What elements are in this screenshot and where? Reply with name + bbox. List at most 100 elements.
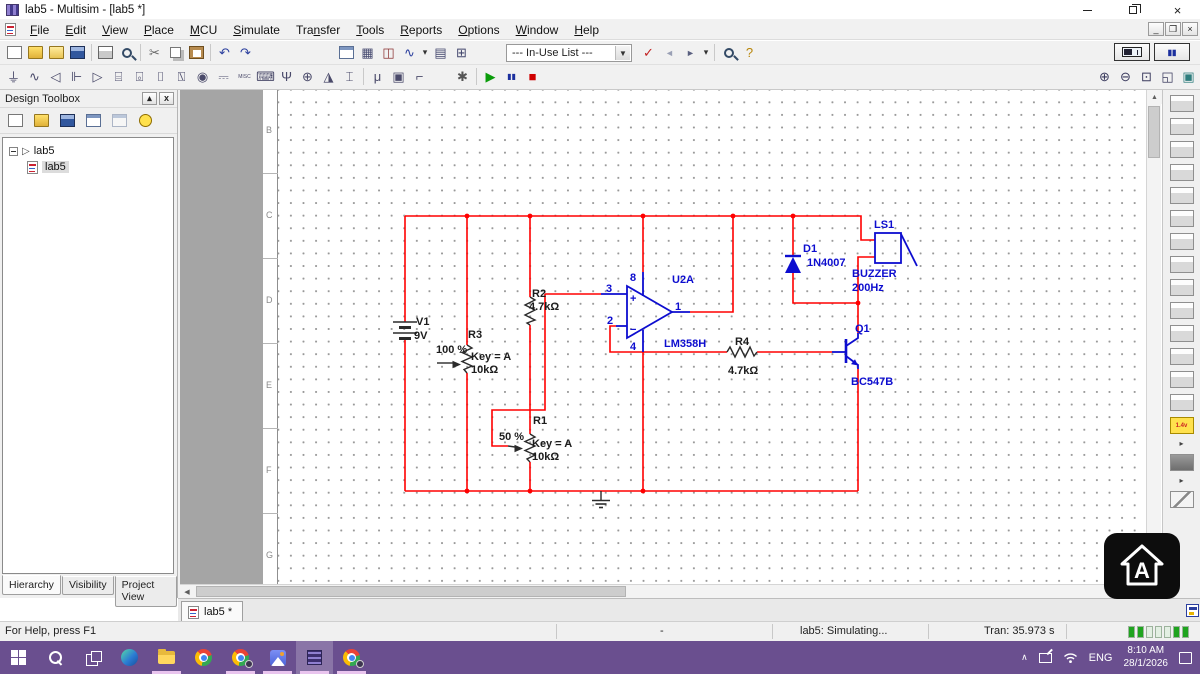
- label-d1-value[interactable]: 1N4007: [807, 257, 846, 269]
- diode-D1[interactable]: [785, 257, 801, 273]
- print-icon[interactable]: [95, 43, 116, 62]
- clock[interactable]: 8:10 AM 28/1/2026: [1124, 645, 1169, 670]
- multimeter-icon[interactable]: [1169, 95, 1194, 112]
- run-simulation-button[interactable]: ▶: [480, 67, 501, 86]
- wattmeter-icon[interactable]: [1169, 141, 1194, 158]
- taskbar-chrome-profile-2[interactable]: [333, 641, 370, 674]
- label-v1[interactable]: V1: [416, 316, 429, 328]
- collapse-icon[interactable]: [9, 146, 18, 156]
- open-sample-icon[interactable]: [46, 43, 67, 62]
- label-ls1[interactable]: LS1: [874, 219, 894, 231]
- recent-designs-icon[interactable]: [136, 111, 154, 130]
- schematic-capture-icon[interactable]: [1186, 604, 1199, 617]
- place-rf-icon[interactable]: Ψ: [276, 67, 297, 86]
- taskbar-task-view[interactable]: [74, 641, 111, 674]
- place-mixed-icon[interactable]: ⍂: [171, 67, 192, 86]
- minimize-button[interactable]: [1065, 0, 1110, 20]
- spreadsheet-view-icon[interactable]: ▦: [357, 43, 378, 62]
- r1-wiper-tail[interactable]: [507, 445, 516, 448]
- copy-icon[interactable]: [165, 43, 186, 62]
- redo-icon[interactable]: ↷: [235, 43, 256, 62]
- forward-annotate-icon[interactable]: ►: [680, 43, 701, 62]
- new-file-icon[interactable]: [4, 43, 25, 62]
- menu-place[interactable]: Place: [136, 21, 182, 39]
- label-u2a[interactable]: U2A: [672, 274, 694, 286]
- panel-close-button[interactable]: x: [159, 92, 174, 105]
- label-r1-value[interactable]: 10kΩ: [532, 451, 559, 463]
- wire-top-rail[interactable]: [405, 215, 875, 241]
- place-misc-digital-icon[interactable]: ⌷: [150, 67, 171, 86]
- place-cmos-icon[interactable]: ⌻: [129, 67, 150, 86]
- label-buzzer[interactable]: BUZZER: [852, 268, 897, 280]
- dropdown-arrow-icon[interactable]: ▾: [420, 43, 430, 62]
- menu-transfer[interactable]: Transfer: [288, 21, 348, 39]
- label-d1[interactable]: D1: [803, 243, 817, 255]
- function-generator-icon[interactable]: [1169, 118, 1194, 135]
- label-r4-value[interactable]: 4.7kΩ: [728, 365, 758, 377]
- scroll-left-icon[interactable]: ◀: [180, 585, 194, 598]
- menu-edit[interactable]: Edit: [57, 21, 94, 39]
- wire-d1-bottom[interactable]: [792, 273, 858, 304]
- wifi-icon[interactable]: [1063, 652, 1078, 664]
- menu-view[interactable]: View: [94, 21, 136, 39]
- place-mcu-icon[interactable]: μ: [367, 67, 388, 86]
- paste-icon[interactable]: [186, 43, 207, 62]
- label-r3-percent[interactable]: 100 %: [436, 344, 467, 356]
- design-toolbox-titlebar[interactable]: Design Toolbox ▴ x: [0, 90, 177, 108]
- tree-child-label[interactable]: lab5: [42, 161, 69, 173]
- new-schematic-icon[interactable]: [6, 111, 24, 130]
- grapher-icon[interactable]: ∿: [399, 43, 420, 62]
- four-channel-oscilloscope-icon[interactable]: [1169, 187, 1194, 204]
- simulation-pause-button[interactable]: ▮▮: [1154, 43, 1190, 61]
- tray-expand-icon[interactable]: ∧: [1021, 652, 1028, 663]
- open-file-icon[interactable]: [25, 43, 46, 62]
- labview-instrument-icon[interactable]: [1169, 454, 1194, 471]
- place-analog-icon[interactable]: ▷: [87, 67, 108, 86]
- place-diode-icon[interactable]: ◁: [45, 67, 66, 86]
- wire-opamp-output[interactable]: [690, 216, 734, 313]
- menu-window[interactable]: Window: [508, 21, 567, 39]
- hierarchy-view-icon[interactable]: ⊞: [451, 43, 472, 62]
- print-preview-icon[interactable]: [116, 43, 137, 62]
- spice-netlist-icon[interactable]: ◫: [378, 43, 399, 62]
- buzzer-diagonal[interactable]: [900, 233, 918, 267]
- taskbar-multisim[interactable]: [296, 641, 333, 674]
- panel-tab-project-view[interactable]: Project View: [114, 576, 177, 607]
- wire-buzzer-bottom[interactable]: [857, 256, 875, 303]
- zoom-in-icon[interactable]: ⊕: [1094, 67, 1115, 86]
- mdi-restore-button[interactable]: ❐: [1165, 22, 1181, 36]
- label-r3-key[interactable]: Key = A: [471, 351, 511, 363]
- label-v1-value[interactable]: 9V: [414, 330, 428, 342]
- taskbar-file-explorer[interactable]: [148, 641, 185, 674]
- frequency-counter-icon[interactable]: [1169, 233, 1194, 250]
- label-q1-value[interactable]: BC547B: [851, 376, 893, 388]
- vertical-scroll-thumb[interactable]: [1148, 106, 1160, 158]
- semiconductors[interactable]: [601, 232, 918, 369]
- pause-simulation-button[interactable]: ▮▮: [501, 67, 522, 86]
- probe-menu-arrow-icon[interactable]: ▸: [1179, 440, 1183, 448]
- interactive-simulation-settings-icon[interactable]: ✱: [452, 67, 473, 86]
- label-lm358h[interactable]: LM358H: [664, 338, 706, 350]
- save-design-icon[interactable]: [58, 111, 76, 130]
- vertical-scrollbar[interactable]: ▲ ▼: [1146, 90, 1162, 584]
- pen-settings-icon[interactable]: [1038, 652, 1052, 663]
- cut-icon[interactable]: ✂: [144, 43, 165, 62]
- dropdown-arrow-icon[interactable]: ▾: [701, 43, 711, 62]
- measurement-probe-icon[interactable]: 1.4v: [1169, 417, 1194, 434]
- resistor-R4[interactable]: [726, 345, 758, 359]
- open-design-icon[interactable]: [32, 111, 50, 130]
- panel-tab-hierarchy[interactable]: Hierarchy: [2, 575, 61, 595]
- place-connector-icon[interactable]: ⌶: [339, 67, 360, 86]
- label-q1[interactable]: Q1: [855, 323, 870, 335]
- place-transistor-icon[interactable]: ⊩: [66, 67, 87, 86]
- tree-root-row[interactable]: ▷ lab5: [3, 143, 173, 159]
- place-hierarchical-block-icon[interactable]: ▣: [388, 67, 409, 86]
- buzzer-LS1[interactable]: [874, 232, 902, 264]
- menu-mcu[interactable]: MCU: [182, 21, 225, 39]
- bode-plotter-icon[interactable]: [1169, 210, 1194, 227]
- close-window-icon[interactable]: [110, 111, 128, 130]
- menu-options[interactable]: Options: [450, 21, 507, 39]
- design-toolbox-toggle-icon[interactable]: [336, 43, 357, 62]
- zoom-area-icon[interactable]: ⊡: [1136, 67, 1157, 86]
- place-misc-icon[interactable]: MISC: [234, 67, 255, 86]
